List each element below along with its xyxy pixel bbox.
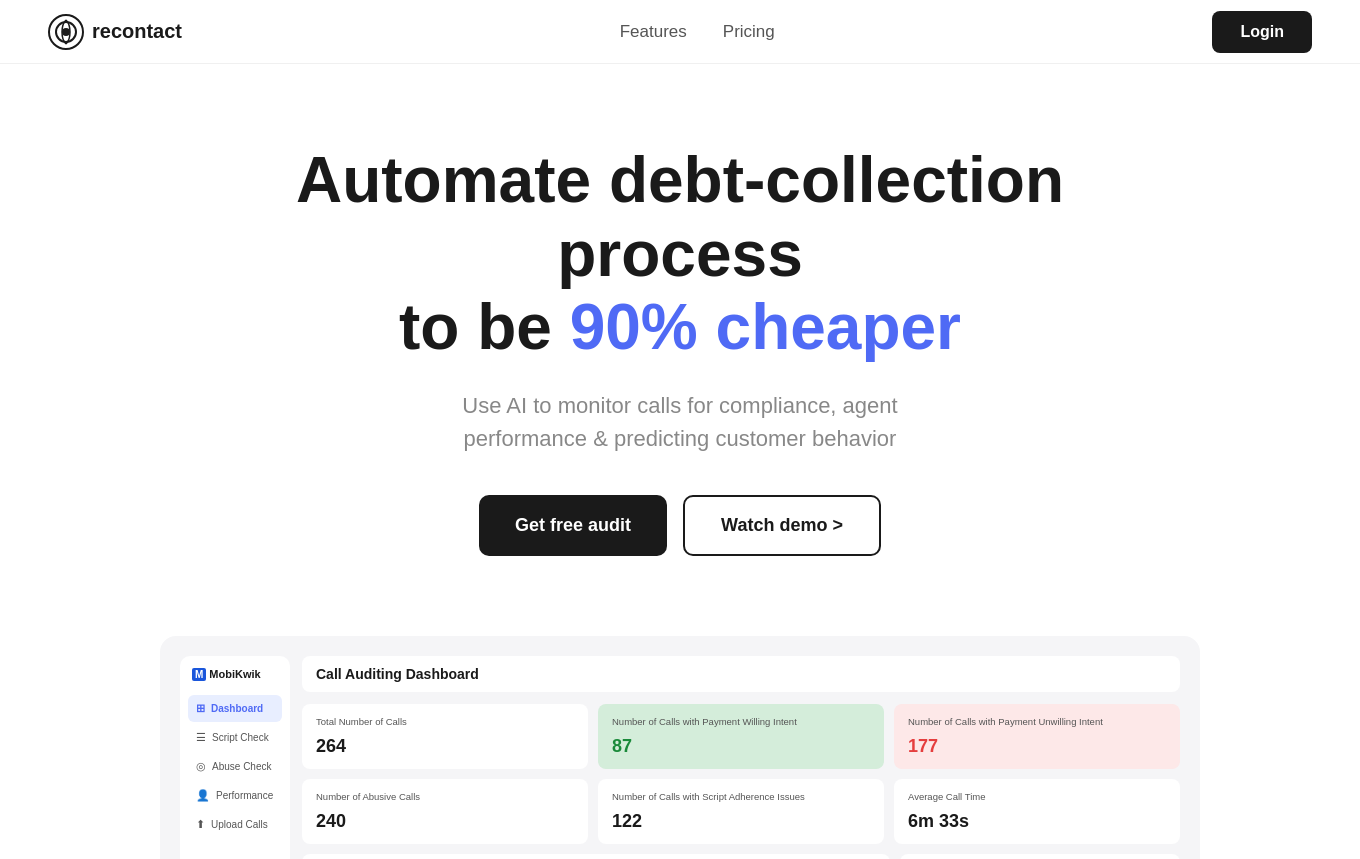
stat-abusive-calls: Number of Abusive Calls 240 <box>302 779 588 844</box>
stat-abusive-label: Number of Abusive Calls <box>316 791 574 803</box>
stat-unwilling-label: Number of Calls with Payment Unwilling I… <box>908 716 1166 728</box>
upload-icon: ⬆ <box>196 818 205 831</box>
stat-script-value: 122 <box>612 811 870 832</box>
stat-total-calls: Total Number of Calls 264 <box>302 704 588 769</box>
stat-script-issues: Number of Calls with Script Adherence Is… <box>598 779 884 844</box>
svg-point-2 <box>62 28 70 36</box>
stat-abusive-value: 240 <box>316 811 574 832</box>
sidebar-item-performance[interactable]: 👤 Performance <box>188 782 282 809</box>
hero-subtitle-line2: performance & predicting customer behavi… <box>464 426 897 451</box>
get-free-audit-button[interactable]: Get free audit <box>479 495 667 556</box>
stat-total-calls-label: Total Number of Calls <box>316 716 574 728</box>
hero-buttons: Get free audit Watch demo > <box>20 495 1340 556</box>
logo-icon <box>48 14 84 50</box>
sidebar-label-dashboard: Dashboard <box>211 703 263 714</box>
hero-title-line2-prefix: to be <box>399 291 570 363</box>
stat-unwilling-intent: Number of Calls with Payment Unwilling I… <box>894 704 1180 769</box>
dashboard-icon: ⊞ <box>196 702 205 715</box>
sidebar-item-script-check[interactable]: ☰ Script Check <box>188 724 282 751</box>
logo-area: recontact <box>48 14 182 50</box>
sidebar-label-script-check: Script Check <box>212 732 269 743</box>
stats-row-2: Number of Abusive Calls 240 Number of Ca… <box>302 779 1180 844</box>
sidebar-label-upload-calls: Upload Calls <box>211 819 268 830</box>
hero-title-highlight: 90% cheaper <box>570 291 961 363</box>
sidebar-label-abuse-check: Abuse Check <box>212 761 271 772</box>
stat-avg-call-time: Average Call Time 6m 33s <box>894 779 1180 844</box>
stat-total-calls-value: 264 <box>316 736 574 757</box>
sidebar-item-upload-calls[interactable]: ⬆ Upload Calls <box>188 811 282 838</box>
mobikwik-logo: M MobiKwik <box>192 668 261 681</box>
bottom-row: Agent Prakash's Performance Chart 10 Top… <box>302 854 1180 859</box>
stat-willing-label: Number of Calls with Payment Willing Int… <box>612 716 870 728</box>
stat-avg-call-value: 6m 33s <box>908 811 1166 832</box>
sidebar-label-performance: Performance <box>216 790 273 801</box>
hero-subtitle-line1: Use AI to monitor calls for compliance, … <box>462 393 897 418</box>
script-check-icon: ☰ <box>196 731 206 744</box>
hero-title: Automate debt-collection process to be 9… <box>230 144 1130 365</box>
login-button[interactable]: Login <box>1212 11 1312 53</box>
performance-icon: 👤 <box>196 789 210 802</box>
stat-avg-call-label: Average Call Time <box>908 791 1166 803</box>
brand-logo: M MobiKwik <box>188 668 282 681</box>
hero-title-line1: Automate debt-collection process <box>296 144 1064 290</box>
abuse-check-icon: ◎ <box>196 760 206 773</box>
agents-table-card: Top 5 Best Performing Agents Agent Name … <box>900 854 1180 859</box>
stat-script-label: Number of Calls with Script Adherence Is… <box>612 791 870 803</box>
dashboard-preview: M MobiKwik ⊞ Dashboard ☰ Script Check ◎ … <box>160 636 1200 859</box>
dashboard-main: Call Auditing Dashboard Total Number of … <box>302 656 1180 859</box>
hero-section: Automate debt-collection process to be 9… <box>0 64 1360 596</box>
header: recontact Features Pricing Login <box>0 0 1360 64</box>
logo-text: recontact <box>92 20 182 43</box>
stat-willing-value: 87 <box>612 736 870 757</box>
nav: Features Pricing <box>620 22 775 42</box>
nav-features[interactable]: Features <box>620 22 687 42</box>
sidebar-item-abuse-check[interactable]: ◎ Abuse Check <box>188 753 282 780</box>
nav-pricing[interactable]: Pricing <box>723 22 775 42</box>
brand-name: MobiKwik <box>209 668 260 680</box>
performance-chart-card: Agent Prakash's Performance Chart 10 <box>302 854 890 859</box>
mk-badge: M <box>192 668 206 681</box>
hero-subtitle: Use AI to monitor calls for compliance, … <box>370 389 990 455</box>
watch-demo-button[interactable]: Watch demo > <box>683 495 881 556</box>
dashboard-sidebar: M MobiKwik ⊞ Dashboard ☰ Script Check ◎ … <box>180 656 290 859</box>
stat-willing-intent: Number of Calls with Payment Willing Int… <box>598 704 884 769</box>
stat-unwilling-value: 177 <box>908 736 1166 757</box>
sidebar-item-dashboard[interactable]: ⊞ Dashboard <box>188 695 282 722</box>
stats-row-1: Total Number of Calls 264 Number of Call… <box>302 704 1180 769</box>
dashboard-title: Call Auditing Dashboard <box>302 656 1180 692</box>
